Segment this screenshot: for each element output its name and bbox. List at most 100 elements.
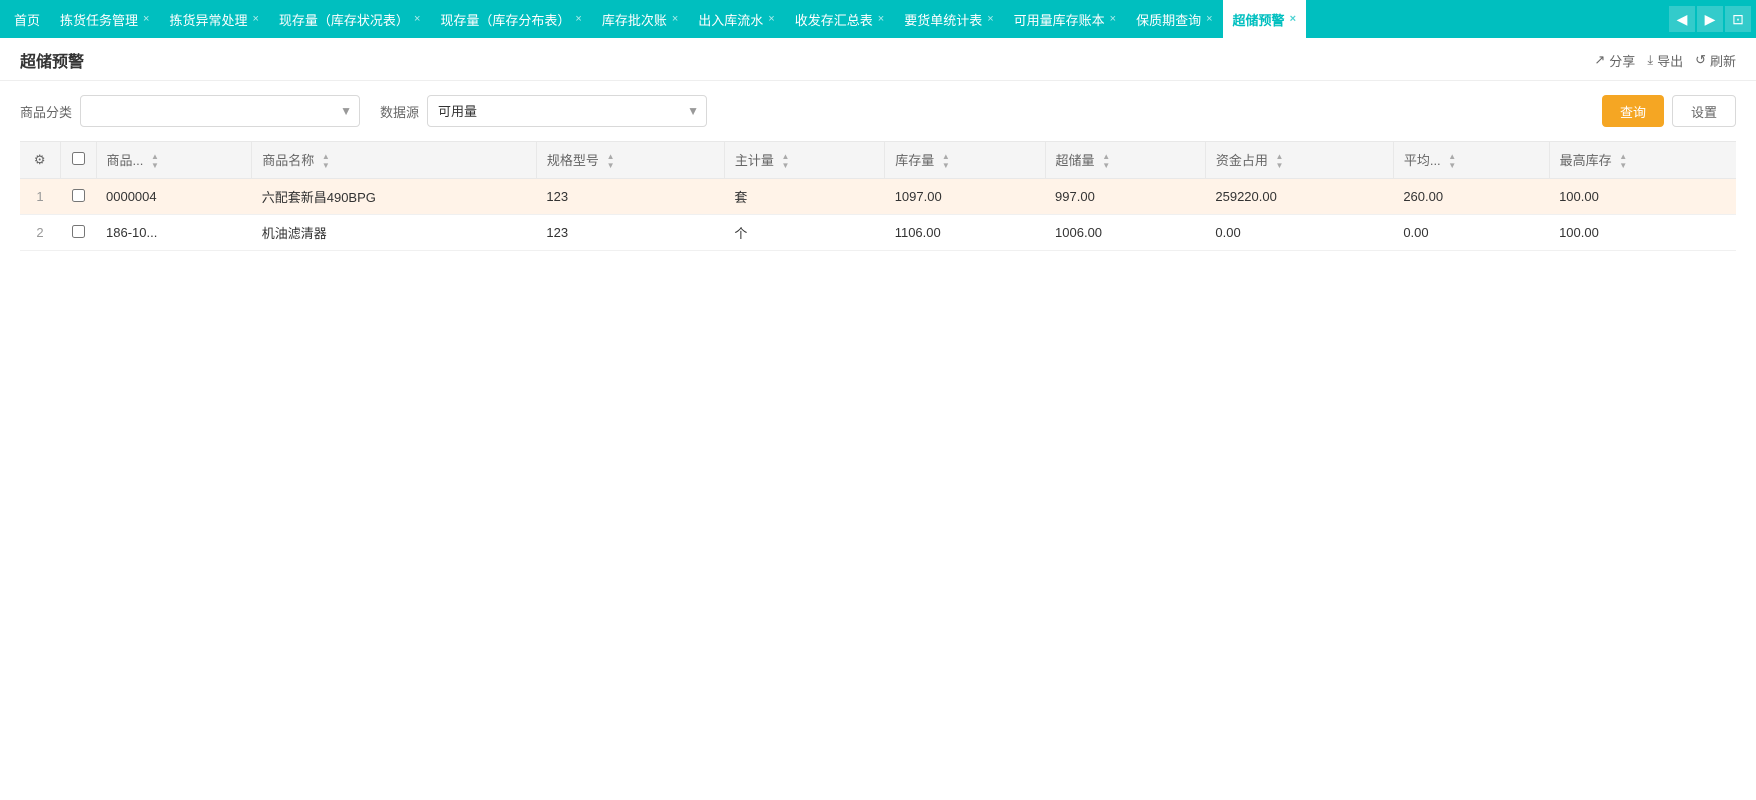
sort-product-code-icon[interactable]: ▲▼	[151, 153, 159, 171]
table-row: 1 0000004 六配套新昌490BPG 123 套 1097.00 997.…	[20, 179, 1736, 215]
category-select-wrap: ▼	[80, 95, 360, 127]
cell-max-stock: 100.00	[1549, 215, 1736, 251]
cell-max-stock: 100.00	[1549, 179, 1736, 215]
th-stock: 库存量 ▲▼	[885, 142, 1045, 179]
export-icon: ⤓	[1647, 52, 1653, 68]
sort-overstock-icon[interactable]: ▲▼	[1102, 153, 1110, 171]
close-tab-8-icon[interactable]: ×	[1110, 13, 1116, 25]
table-header-row: ⚙ 商品... ▲▼ 商品名称 ▲▼ 规格型号 ▲▼ 主计	[20, 142, 1736, 179]
close-tab-1-icon[interactable]: ×	[252, 13, 258, 25]
cell-unit: 套	[724, 179, 884, 215]
page-title: 超储预警	[20, 48, 84, 72]
category-select[interactable]	[80, 95, 360, 127]
datasource-filter-group: 数据源 可用量 库存量 ▼	[380, 95, 707, 127]
cell-stock: 1106.00	[885, 215, 1045, 251]
datasource-select[interactable]: 可用量 库存量	[427, 95, 707, 127]
export-button[interactable]: ⤓ 导出	[1647, 51, 1683, 70]
cell-overstock: 997.00	[1045, 179, 1205, 215]
nav-expand-button[interactable]: ⊡	[1725, 6, 1751, 32]
th-capital: 资金占用 ▲▼	[1205, 142, 1393, 179]
cell-product-name: 六配套新昌490BPG	[252, 179, 537, 215]
gear-column-header: ⚙	[20, 142, 60, 179]
th-product-name: 商品名称 ▲▼	[252, 142, 537, 179]
category-filter-label: 商品分类	[20, 102, 72, 121]
close-tab-2-icon[interactable]: ×	[414, 13, 420, 25]
header-actions: ↗ 分享 ⤓ 导出 ↺ 刷新	[1594, 51, 1736, 70]
row-number: 2	[20, 215, 60, 251]
sort-capital-icon[interactable]: ▲▼	[1276, 153, 1284, 171]
cell-capital: 0.00	[1205, 215, 1393, 251]
datasource-filter-label: 数据源	[380, 102, 419, 121]
table-container: ⚙ 商品... ▲▼ 商品名称 ▲▼ 规格型号 ▲▼ 主计	[0, 141, 1756, 251]
filter-action-buttons: 查询 设置	[1602, 95, 1736, 127]
cell-spec: 123	[536, 179, 724, 215]
nav-next-button[interactable]: ▶	[1697, 6, 1723, 32]
cell-avg: 260.00	[1393, 179, 1549, 215]
share-icon: ↗	[1594, 52, 1605, 68]
table-row: 2 186-10... 机油滤清器 123 个 1106.00 1006.00 …	[20, 215, 1736, 251]
nav-tab-xiancunliang-state[interactable]: 现存量（库存状况表） ×	[269, 0, 430, 38]
row-number: 1	[20, 179, 60, 215]
cell-spec: 123	[536, 215, 724, 251]
sort-maxstock-icon[interactable]: ▲▼	[1619, 153, 1627, 171]
sort-spec-icon[interactable]: ▲▼	[607, 153, 615, 171]
row-checkbox-cell	[60, 179, 96, 215]
category-filter-group: 商品分类 ▼	[20, 95, 360, 127]
select-all-checkbox[interactable]	[72, 152, 85, 165]
th-product-code: 商品... ▲▼	[96, 142, 252, 179]
sort-avg-icon[interactable]: ▲▼	[1448, 153, 1456, 171]
nav-tab-xiancunliang-dist[interactable]: 现存量（库存分布表） ×	[430, 0, 591, 38]
th-max-stock: 最高库存 ▲▼	[1549, 142, 1736, 179]
cell-product-code: 0000004	[96, 179, 252, 215]
refresh-label: 刷新	[1710, 51, 1736, 70]
page-header: 超储预警 ↗ 分享 ⤓ 导出 ↺ 刷新	[0, 38, 1756, 81]
nav-tab-keyongliang[interactable]: 可用量库存账本 ×	[1004, 0, 1126, 38]
cell-avg: 0.00	[1393, 215, 1549, 251]
row-checkbox[interactable]	[72, 225, 85, 238]
sort-unit-icon[interactable]: ▲▼	[782, 153, 790, 171]
query-button[interactable]: 查询	[1602, 95, 1664, 127]
nav-tab-chaochuyujing[interactable]: 超储预警 ×	[1223, 0, 1306, 38]
close-tab-4-icon[interactable]: ×	[672, 13, 678, 25]
th-unit: 主计量 ▲▼	[724, 142, 884, 179]
nav-tab-kucun-pici[interactable]: 库存批次账 ×	[592, 0, 688, 38]
sort-product-name-icon[interactable]: ▲▼	[322, 153, 330, 171]
gear-icon[interactable]: ⚙	[34, 152, 46, 167]
row-checkbox-cell	[60, 215, 96, 251]
filter-area: 商品分类 ▼ 数据源 可用量 库存量 ▼ 查询 设置	[0, 81, 1756, 141]
checkbox-column-header	[60, 142, 96, 179]
cell-stock: 1097.00	[885, 179, 1045, 215]
share-button[interactable]: ↗ 分享	[1594, 51, 1635, 70]
nav-prev-button[interactable]: ◀	[1669, 6, 1695, 32]
refresh-icon: ↺	[1695, 52, 1706, 68]
settings-button[interactable]: 设置	[1672, 95, 1736, 127]
cell-unit: 个	[724, 215, 884, 251]
nav-tab-shoufacun-huizong[interactable]: 收发存汇总表 ×	[785, 0, 894, 38]
nav-tab-jianhuorenwu[interactable]: 拣货任务管理 ×	[50, 0, 159, 38]
close-tab-10-icon[interactable]: ×	[1290, 13, 1296, 25]
top-navigation: 首页 拣货任务管理 × 拣货异常处理 × 现存量（库存状况表） × 现存量（库存…	[0, 0, 1756, 38]
row-checkbox[interactable]	[72, 189, 85, 202]
close-tab-6-icon[interactable]: ×	[878, 13, 884, 25]
th-spec: 规格型号 ▲▼	[536, 142, 724, 179]
cell-capital: 259220.00	[1205, 179, 1393, 215]
close-tab-5-icon[interactable]: ×	[768, 13, 774, 25]
sort-stock-icon[interactable]: ▲▼	[942, 153, 950, 171]
share-label: 分享	[1609, 51, 1635, 70]
close-tab-7-icon[interactable]: ×	[987, 13, 993, 25]
export-label: 导出	[1657, 51, 1683, 70]
th-over-stock: 超储量 ▲▼	[1045, 142, 1205, 179]
cell-overstock: 1006.00	[1045, 215, 1205, 251]
cell-product-name: 机油滤清器	[252, 215, 537, 251]
nav-tab-baozhi-chaxun[interactable]: 保质期查询 ×	[1126, 0, 1222, 38]
close-tab-9-icon[interactable]: ×	[1206, 13, 1212, 25]
nav-home[interactable]: 首页	[4, 10, 50, 29]
close-tab-3-icon[interactable]: ×	[575, 13, 581, 25]
nav-tab-yaohuo-tongji[interactable]: 要货单统计表 ×	[894, 0, 1003, 38]
refresh-button[interactable]: ↺ 刷新	[1695, 51, 1736, 70]
th-avg: 平均... ▲▼	[1393, 142, 1549, 179]
nav-tab-jianhuoyichang[interactable]: 拣货异常处理 ×	[159, 0, 268, 38]
nav-tab-churu-liushui[interactable]: 出入库流水 ×	[688, 0, 784, 38]
cell-product-code: 186-10...	[96, 215, 252, 251]
close-tab-0-icon[interactable]: ×	[143, 13, 149, 25]
